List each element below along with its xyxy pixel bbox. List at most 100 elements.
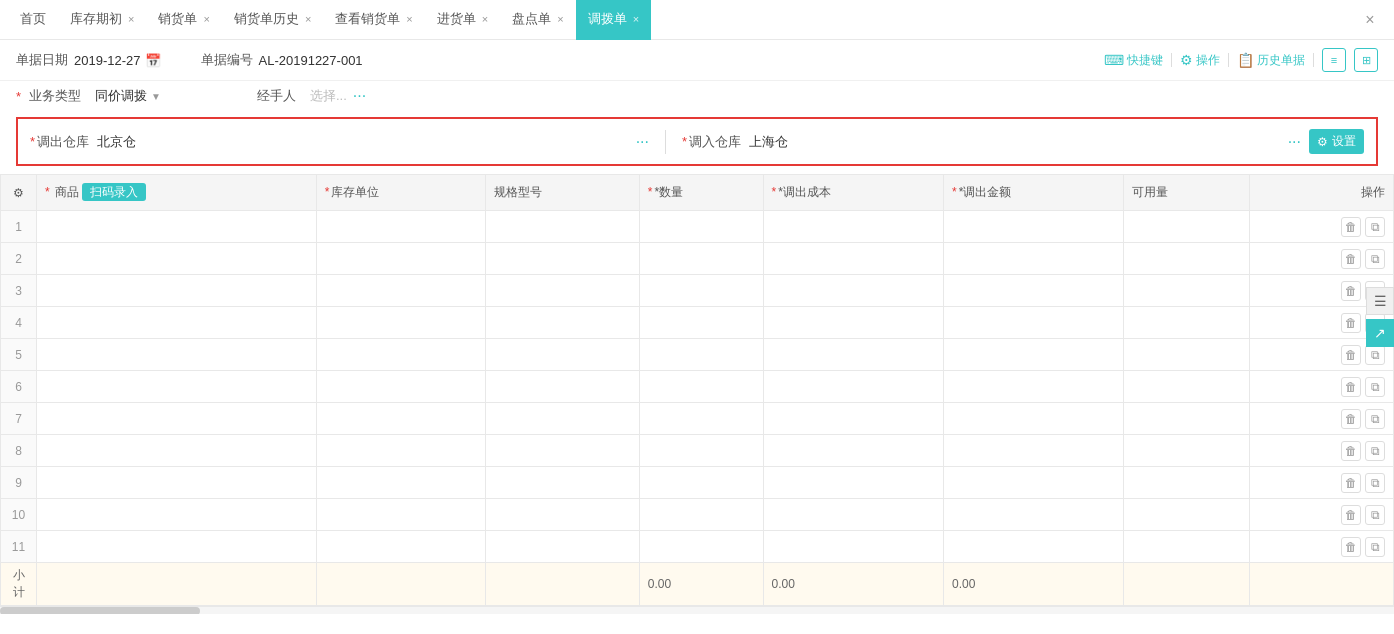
unit-cell[interactable]: [316, 531, 485, 563]
available-cell[interactable]: [1124, 371, 1249, 403]
unit-cell[interactable]: [316, 403, 485, 435]
layout-list-btn[interactable]: ≡: [1322, 48, 1346, 72]
delete-icon[interactable]: 🗑: [1341, 313, 1361, 333]
tab-close-inventory-check[interactable]: ×: [557, 13, 563, 25]
tab-close-check-sales[interactable]: ×: [406, 13, 412, 25]
cost-cell[interactable]: [763, 275, 943, 307]
unit-cell[interactable]: [316, 211, 485, 243]
available-cell[interactable]: [1124, 403, 1249, 435]
delete-icon[interactable]: 🗑: [1341, 217, 1361, 237]
spec-cell[interactable]: [486, 499, 640, 531]
unit-cell[interactable]: [316, 275, 485, 307]
cost-cell[interactable]: [763, 467, 943, 499]
delete-icon[interactable]: 🗑: [1341, 249, 1361, 269]
cost-cell[interactable]: [763, 531, 943, 563]
tab-close-transfer[interactable]: ×: [633, 13, 639, 25]
out-warehouse-more-btn[interactable]: ···: [636, 133, 649, 151]
delete-icon[interactable]: 🗑: [1341, 537, 1361, 557]
layout-grid-btn[interactable]: ⊞: [1354, 48, 1378, 72]
product-cell[interactable]: [37, 243, 317, 275]
float-list-btn[interactable]: ☰: [1366, 287, 1394, 315]
cost-cell[interactable]: [763, 371, 943, 403]
tab-inventory-check[interactable]: 盘点单 ×: [500, 0, 575, 40]
spec-cell[interactable]: [486, 531, 640, 563]
amount-cell[interactable]: [944, 467, 1124, 499]
tab-close-purchase-order[interactable]: ×: [482, 13, 488, 25]
delete-icon[interactable]: 🗑: [1341, 409, 1361, 429]
amount-cell[interactable]: [944, 339, 1124, 371]
product-cell[interactable]: [37, 499, 317, 531]
copy-icon[interactable]: ⧉: [1365, 377, 1385, 397]
product-cell[interactable]: [37, 531, 317, 563]
copy-icon[interactable]: ⧉: [1365, 537, 1385, 557]
cost-cell[interactable]: [763, 499, 943, 531]
quantity-cell[interactable]: [639, 243, 763, 275]
tab-sales-order[interactable]: 销货单 ×: [146, 0, 221, 40]
copy-icon[interactable]: ⧉: [1365, 473, 1385, 493]
calendar-icon[interactable]: 📅: [145, 53, 161, 68]
product-cell[interactable]: [37, 403, 317, 435]
cost-cell[interactable]: [763, 243, 943, 275]
operations-btn[interactable]: ⚙ 操作: [1180, 52, 1220, 69]
amount-cell[interactable]: [944, 531, 1124, 563]
person-input[interactable]: 选择...: [310, 87, 347, 105]
unit-cell[interactable]: [316, 339, 485, 371]
quantity-cell[interactable]: [639, 371, 763, 403]
unit-cell[interactable]: [316, 499, 485, 531]
amount-cell[interactable]: [944, 499, 1124, 531]
person-more-btn[interactable]: ···: [353, 87, 366, 105]
delete-icon[interactable]: 🗑: [1341, 281, 1361, 301]
tab-inventory-init[interactable]: 库存期初 ×: [58, 0, 146, 40]
product-cell[interactable]: [37, 211, 317, 243]
scan-button[interactable]: 扫码录入: [82, 183, 146, 201]
gear-header[interactable]: ⚙: [1, 175, 37, 211]
spec-cell[interactable]: [486, 275, 640, 307]
product-cell[interactable]: [37, 275, 317, 307]
float-expand-btn[interactable]: ↗: [1366, 319, 1394, 347]
cost-cell[interactable]: [763, 339, 943, 371]
amount-cell[interactable]: [944, 307, 1124, 339]
spec-cell[interactable]: [486, 339, 640, 371]
quantity-cell[interactable]: [639, 339, 763, 371]
tab-close-inventory-init[interactable]: ×: [128, 13, 134, 25]
delete-icon[interactable]: 🗑: [1341, 473, 1361, 493]
delete-icon[interactable]: 🗑: [1341, 441, 1361, 461]
quantity-cell[interactable]: [639, 531, 763, 563]
quantity-cell[interactable]: [639, 307, 763, 339]
product-cell[interactable]: [37, 339, 317, 371]
spec-cell[interactable]: [486, 435, 640, 467]
copy-icon[interactable]: ⧉: [1365, 217, 1385, 237]
quantity-cell[interactable]: [639, 403, 763, 435]
cost-cell[interactable]: [763, 403, 943, 435]
cost-cell[interactable]: [763, 211, 943, 243]
in-warehouse-more-btn[interactable]: ···: [1288, 133, 1301, 151]
unit-cell[interactable]: [316, 435, 485, 467]
quantity-cell[interactable]: [639, 211, 763, 243]
unit-cell[interactable]: [316, 307, 485, 339]
window-close-button[interactable]: ×: [1354, 4, 1386, 36]
copy-icon[interactable]: ⧉: [1365, 409, 1385, 429]
amount-cell[interactable]: [944, 211, 1124, 243]
product-cell[interactable]: [37, 467, 317, 499]
product-cell[interactable]: [37, 307, 317, 339]
cost-cell[interactable]: [763, 307, 943, 339]
cost-cell[interactable]: [763, 435, 943, 467]
product-cell[interactable]: [37, 371, 317, 403]
spec-cell[interactable]: [486, 371, 640, 403]
available-cell[interactable]: [1124, 339, 1249, 371]
tab-check-sales[interactable]: 查看销货单 ×: [323, 0, 424, 40]
quantity-cell[interactable]: [639, 435, 763, 467]
delete-icon[interactable]: 🗑: [1341, 505, 1361, 525]
unit-cell[interactable]: [316, 243, 485, 275]
history-btn[interactable]: 📋 历史单据: [1237, 52, 1305, 69]
tab-purchase-order[interactable]: 进货单 ×: [425, 0, 500, 40]
spec-cell[interactable]: [486, 467, 640, 499]
amount-cell[interactable]: [944, 275, 1124, 307]
tab-sales-history[interactable]: 销货单历史 ×: [222, 0, 323, 40]
settings-button[interactable]: ⚙ 设置: [1309, 129, 1364, 154]
tab-transfer[interactable]: 调拨单 ×: [576, 0, 651, 40]
biz-type-select[interactable]: 同价调拨 ▼: [95, 87, 161, 105]
available-cell[interactable]: [1124, 275, 1249, 307]
unit-cell[interactable]: [316, 467, 485, 499]
spec-cell[interactable]: [486, 307, 640, 339]
